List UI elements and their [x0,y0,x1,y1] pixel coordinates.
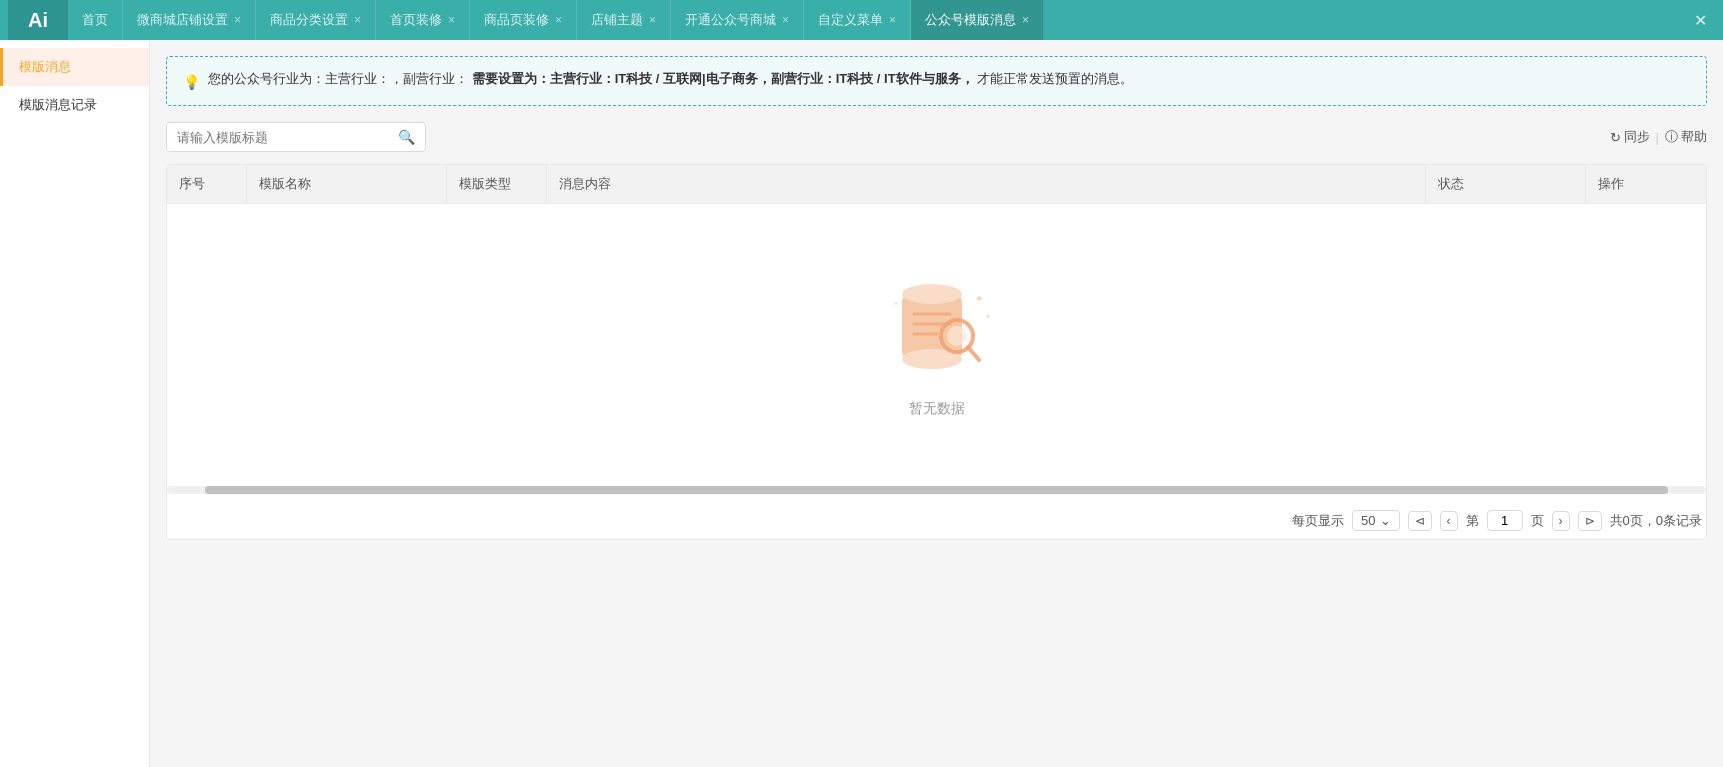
top-nav-bar: Ai 首页 微商城店铺设置 × 商品分类设置 × 首页装修 × 商品页装修 × … [0,0,1723,40]
notice-banner: 💡 您的公众号行业为：主营行业：，副营行业： 需要设置为：主营行业：IT科技 /… [166,56,1707,106]
help-icon: ⓘ [1665,128,1678,146]
notice-icon: 💡 [183,71,200,93]
sidebar: 模版消息 模版消息记录 [0,40,150,767]
page-size-value: 50 [1361,513,1375,528]
close-icon[interactable]: × [555,13,562,27]
close-icon[interactable]: × [1022,13,1029,27]
next-page-button[interactable]: › [1552,511,1570,531]
sidebar-item-template-msg[interactable]: 模版消息 [0,48,149,86]
total-info: 共0页，0条记录 [1610,512,1702,530]
main-layout: 模版消息 模版消息记录 💡 您的公众号行业为：主营行业：，副营行业： 需要设置为… [0,40,1723,767]
search-input[interactable] [167,124,388,151]
svg-text:✦: ✦ [893,300,899,307]
nav-tab-home-decor-label: 首页装修 [390,11,442,29]
th-status: 状态 [1426,165,1586,203]
sync-button[interactable]: ↻ 同步 [1610,128,1650,146]
page-size-select[interactable]: 50 ⌄ [1352,510,1399,531]
help-button[interactable]: ⓘ 帮助 [1665,128,1707,146]
page-size-label: 每页显示 [1292,512,1344,530]
svg-text:✦: ✦ [985,313,991,320]
nav-tab-category-label: 商品分类设置 [270,11,348,29]
nav-tab-template-msg-label: 公众号模版消息 [925,11,1016,29]
close-icon[interactable]: × [234,13,241,27]
th-type: 模版类型 [447,165,547,203]
prev-page-icon: ‹ [1447,514,1451,528]
first-page-button[interactable]: ⊲ [1408,511,1432,531]
last-page-button[interactable]: ⊳ [1578,511,1602,531]
scrollbar-thumb[interactable] [205,486,1667,494]
nav-tab-custom-menu-label: 自定义菜单 [818,11,883,29]
search-icon: 🔍 [398,129,415,145]
empty-state: ✦ ✦ ✦ 暂无数据 [167,204,1706,478]
nav-tab-home[interactable]: 首页 [68,0,123,40]
nav-tab-custom-menu[interactable]: 自定义菜单 × [804,0,911,40]
pagination-row: 每页显示 50 ⌄ ⊲ ‹ 第 页 › ⊳ [167,502,1706,539]
notice-text: 您的公众号行业为：主营行业：，副营行业： 需要设置为：主营行业：IT科技 / 互… [208,69,1133,90]
sidebar-item-template-msg-label: 模版消息 [19,59,71,74]
page-text-label: 第 [1466,512,1479,530]
th-content: 消息内容 [547,165,1426,203]
close-icon[interactable]: × [448,13,455,27]
svg-point-8 [947,326,967,346]
prev-page-button[interactable]: ‹ [1440,511,1458,531]
svg-line-9 [968,347,979,360]
search-row: 🔍 ↻ 同步 | ⓘ 帮助 [166,122,1707,152]
next-page-icon: › [1559,514,1563,528]
chevron-down-icon: ⌄ [1380,513,1391,528]
empty-text: 暂无数据 [909,400,965,418]
nav-tab-home-label: 首页 [82,11,108,29]
close-icon[interactable]: × [649,13,656,27]
horizontal-scrollbar[interactable] [167,486,1706,494]
divider: | [1656,130,1659,145]
last-page-icon: ⊳ [1585,514,1595,528]
close-all-button[interactable]: ✕ [1686,7,1715,34]
search-button[interactable]: 🔍 [388,123,425,151]
nav-tab-product-decor-label: 商品页装修 [484,11,549,29]
th-name: 模版名称 [247,165,447,203]
nav-tab-open-mall-label: 开通公众号商城 [685,11,776,29]
nav-tab-home-decor[interactable]: 首页装修 × [376,0,470,40]
th-action: 操作 [1586,165,1706,203]
svg-text:✦: ✦ [975,293,983,304]
sidebar-item-template-msg-record[interactable]: 模版消息记录 [0,86,149,124]
close-icon[interactable]: × [782,13,789,27]
page-unit-label: 页 [1531,512,1544,530]
table-header: 序号 模版名称 模版类型 消息内容 状态 操作 [167,165,1706,204]
first-page-icon: ⊲ [1415,514,1425,528]
close-icon[interactable]: × [889,13,896,27]
nav-tab-product-decor[interactable]: 商品页装修 × [470,0,577,40]
empty-illustration: ✦ ✦ ✦ [877,264,997,384]
search-input-wrap: 🔍 [166,122,426,152]
page-number-input[interactable] [1487,510,1523,531]
svg-point-2 [902,284,962,304]
nav-tab-theme[interactable]: 店铺主题 × [577,0,671,40]
nav-tab-template-msg[interactable]: 公众号模版消息 × [911,0,1044,40]
nav-tab-theme-label: 店铺主题 [591,11,643,29]
data-table: 序号 模版名称 模版类型 消息内容 状态 操作 [166,164,1707,540]
content-area: 💡 您的公众号行业为：主营行业：，副营行业： 需要设置为：主营行业：IT科技 /… [150,40,1723,767]
sync-help-area: ↻ 同步 | ⓘ 帮助 [1610,128,1707,146]
nav-tab-shop-settings-label: 微商城店铺设置 [137,11,228,29]
th-index: 序号 [167,165,247,203]
sync-icon: ↻ [1610,130,1621,145]
app-logo: Ai [8,0,68,40]
nav-tab-shop-settings[interactable]: 微商城店铺设置 × [123,0,256,40]
nav-tab-open-mall[interactable]: 开通公众号商城 × [671,0,804,40]
close-icon[interactable]: × [354,13,361,27]
nav-tab-category[interactable]: 商品分类设置 × [256,0,376,40]
sidebar-item-template-msg-record-label: 模版消息记录 [19,97,97,112]
